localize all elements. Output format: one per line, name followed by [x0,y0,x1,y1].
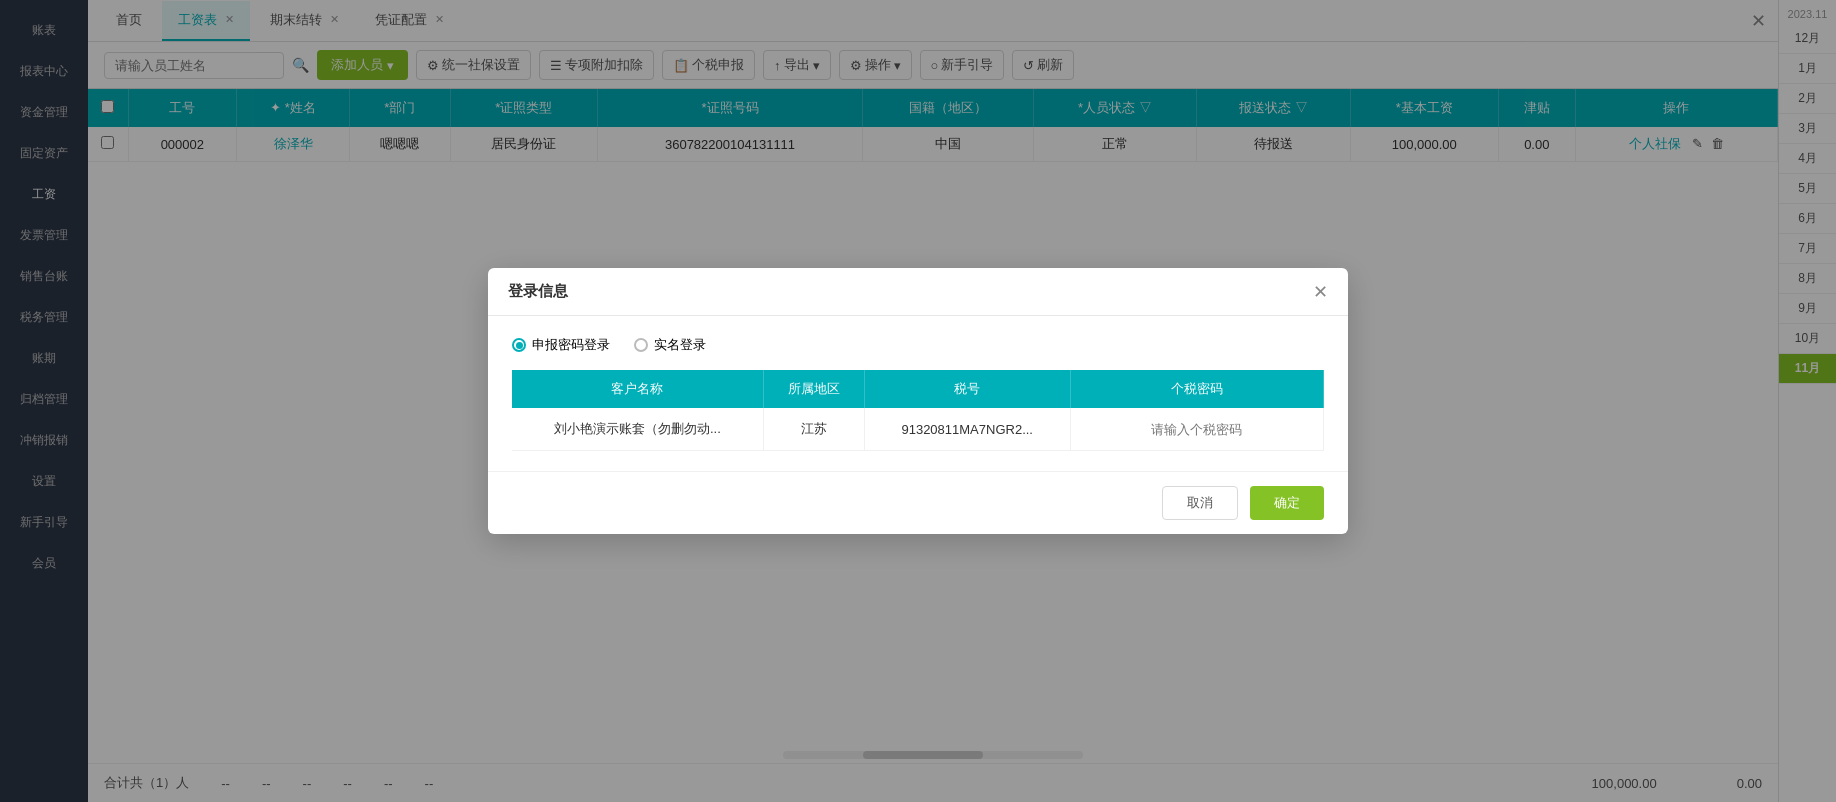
radio-realname-login[interactable]: 实名登录 [634,336,706,354]
modal-td-region: 江苏 [763,408,864,451]
modal-th-password: 个税密码 [1070,370,1324,408]
modal-th-client: 客户名称 [512,370,763,408]
modal-table-row: 刘小艳演示账套（勿删勿动... 江苏 91320811MA7NGR2... [512,408,1324,451]
modal-td-client: 刘小艳演示账套（勿删勿动... [512,408,763,451]
modal-header: 登录信息 ✕ [488,268,1348,316]
modal-th-tax: 税号 [864,370,1070,408]
radio-group: 申报密码登录 实名登录 [512,336,1324,354]
modal-footer: 取消 确定 [488,471,1348,534]
modal-overlay: 登录信息 ✕ 申报密码登录 实名登录 客户名称 所属地区 [0,0,1836,802]
modal-th-region: 所属地区 [763,370,864,408]
modal-data-table: 客户名称 所属地区 税号 个税密码 刘小艳演示账套（勿删勿动... 江苏 913… [512,370,1324,451]
modal-close-btn[interactable]: ✕ [1313,283,1328,301]
modal-td-tax: 91320811MA7NGR2... [864,408,1070,451]
modal-cancel-btn[interactable]: 取消 [1162,486,1238,520]
modal-table-header-row: 客户名称 所属地区 税号 个税密码 [512,370,1324,408]
login-info-modal: 登录信息 ✕ 申报密码登录 实名登录 客户名称 所属地区 [488,268,1348,534]
radio-password-label: 申报密码登录 [532,336,610,354]
modal-title: 登录信息 [508,282,568,301]
modal-td-password[interactable] [1070,408,1324,451]
radio-password-circle [512,338,526,352]
radio-realname-circle [634,338,648,352]
password-input[interactable] [1083,422,1312,437]
modal-confirm-btn[interactable]: 确定 [1250,486,1324,520]
radio-password-login[interactable]: 申报密码登录 [512,336,610,354]
radio-realname-label: 实名登录 [654,336,706,354]
modal-body: 申报密码登录 实名登录 客户名称 所属地区 税号 个税密码 [488,316,1348,471]
